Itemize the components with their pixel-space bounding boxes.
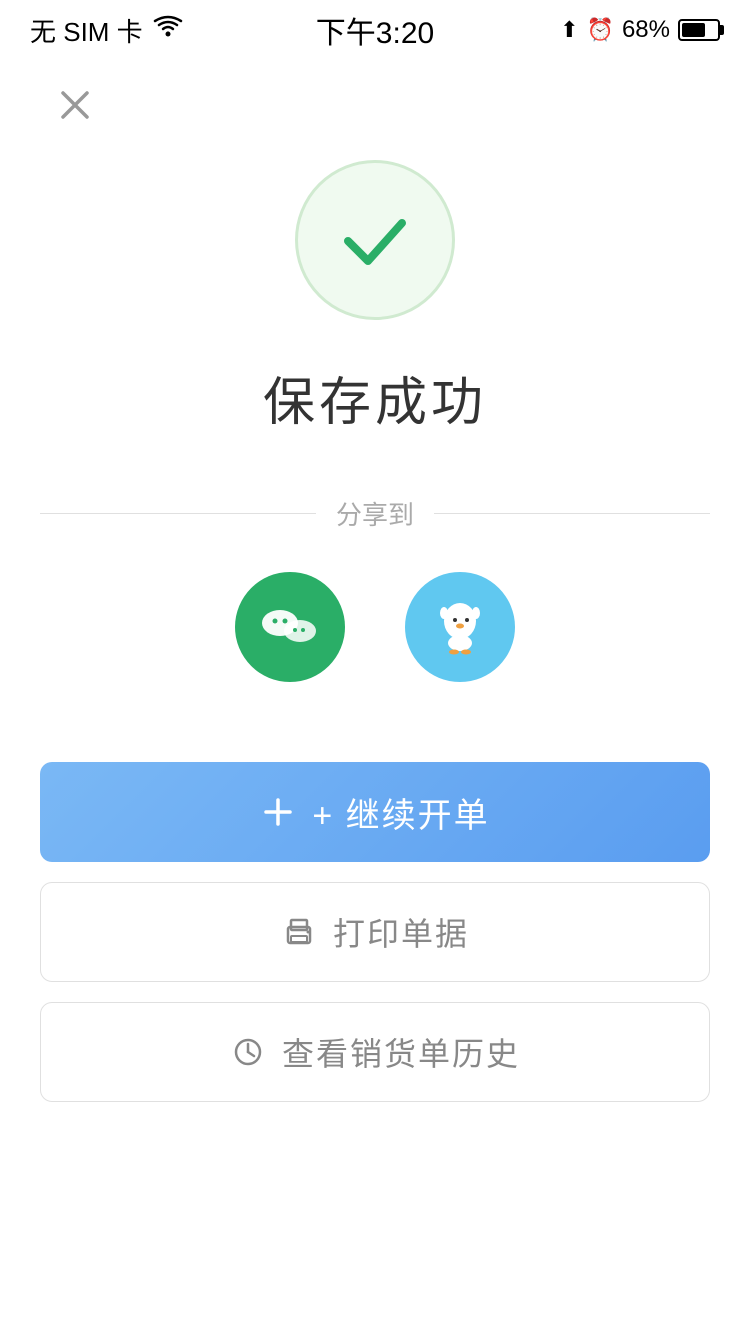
checkmark-icon [330, 195, 420, 285]
plus-icon [260, 794, 296, 830]
success-icon-circle [295, 160, 455, 320]
carrier-text: 无 SIM 卡 [30, 12, 143, 49]
share-icons [235, 572, 515, 682]
qq-share-button[interactable] [405, 572, 515, 682]
history-button[interactable]: 查看销货单历史 [40, 1002, 710, 1102]
status-time: 下午3:20 [316, 8, 434, 52]
share-section: 分享到 [40, 495, 710, 682]
status-left: 无 SIM 卡 [30, 12, 183, 49]
print-button[interactable]: 打印单据 [40, 882, 710, 982]
continue-order-label: + 继续开单 [312, 788, 489, 837]
close-button[interactable] [50, 80, 100, 130]
location-icon: ⬆ [560, 17, 578, 43]
wechat-share-button[interactable] [235, 572, 345, 682]
continue-order-button[interactable]: + 继续开单 [40, 762, 710, 862]
history-label: 查看销货单历史 [282, 1029, 520, 1075]
main-content: 保存成功 分享到 [0, 60, 750, 1142]
success-title: 保存成功 [263, 360, 487, 435]
battery-icon [678, 19, 720, 41]
share-divider: 分享到 [40, 495, 710, 532]
battery-percent: 68% [622, 16, 670, 44]
qq-icon [426, 593, 494, 661]
print-label: 打印单据 [333, 909, 469, 955]
wechat-icon [254, 591, 326, 663]
print-icon [281, 914, 317, 950]
wifi-icon [153, 15, 183, 46]
alarm-icon: ⏰ [587, 17, 614, 43]
status-right: ⬆ ⏰ 68% [560, 16, 720, 44]
action-buttons: + 继续开单 打印单据 查看销货单历史 [40, 762, 710, 1102]
share-label: 分享到 [336, 495, 414, 532]
history-icon [230, 1034, 266, 1070]
status-bar: 无 SIM 卡 下午3:20 ⬆ ⏰ 68% [0, 0, 750, 60]
